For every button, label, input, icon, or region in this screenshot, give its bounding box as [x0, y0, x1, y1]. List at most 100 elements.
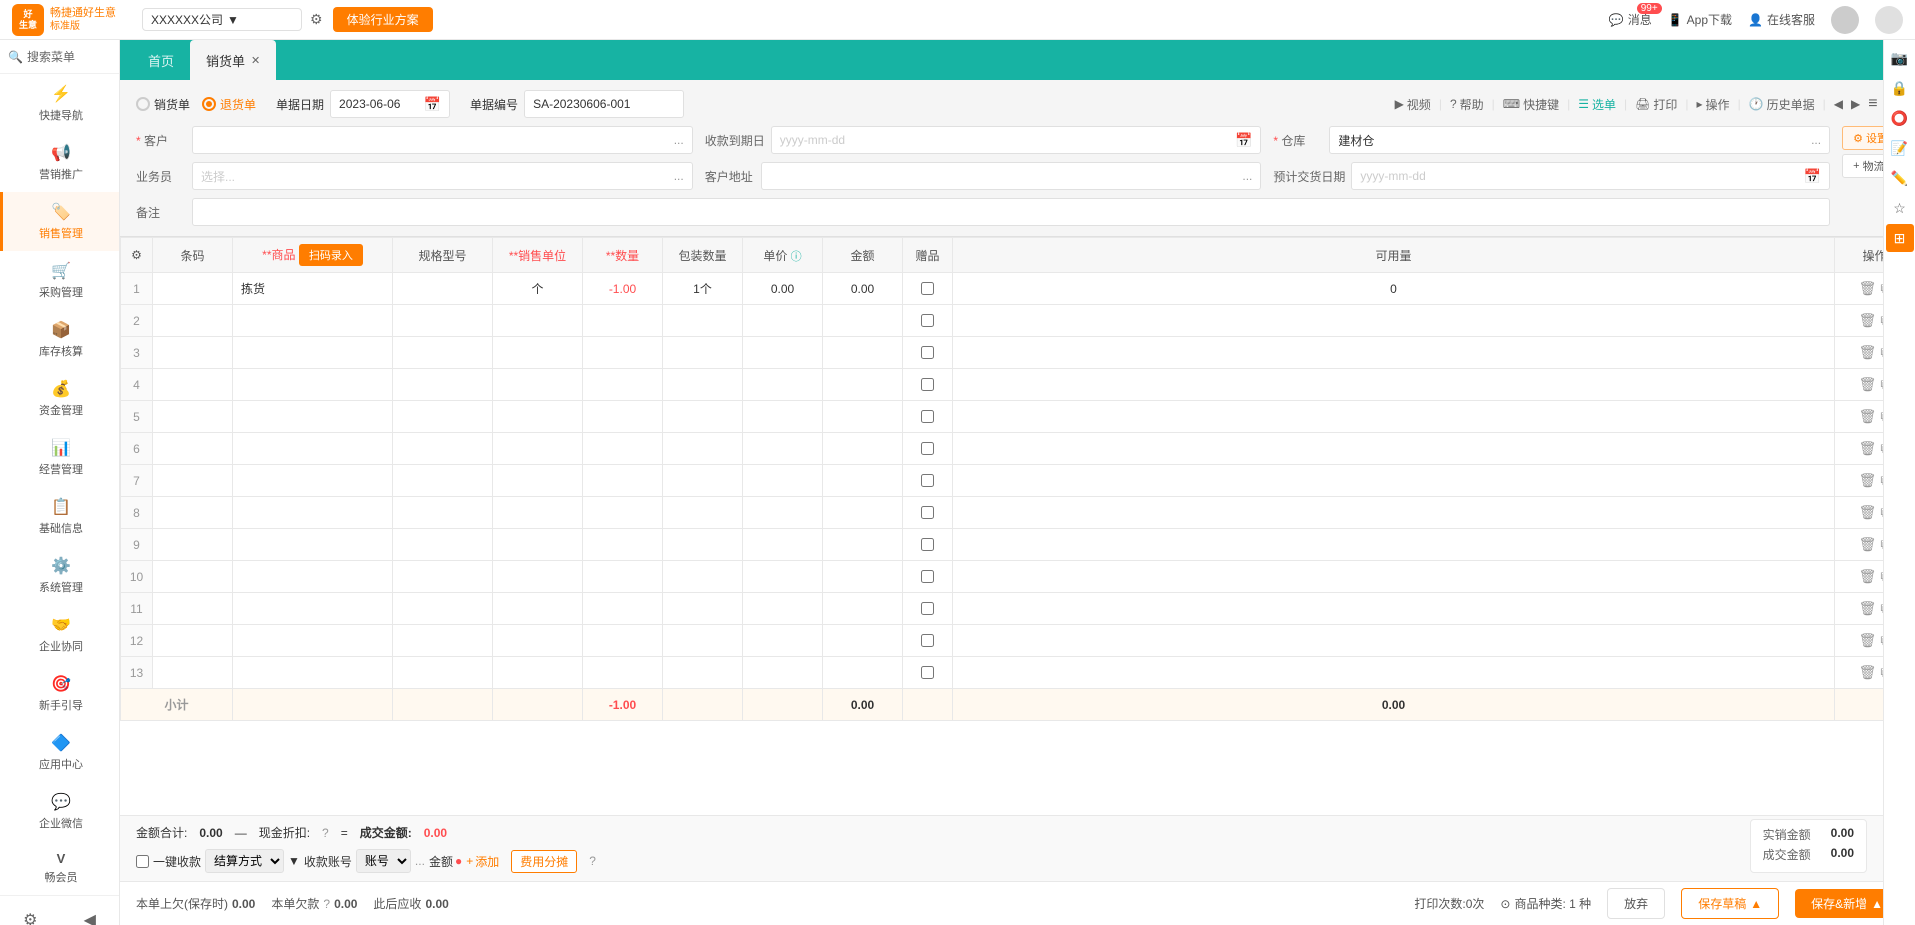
- row-amount-5[interactable]: [823, 433, 903, 465]
- row-unit-5[interactable]: [493, 433, 583, 465]
- salesperson-input[interactable]: 选择... ...: [192, 162, 693, 190]
- row-amount-9[interactable]: [823, 561, 903, 593]
- row-gift-1[interactable]: [903, 305, 953, 337]
- row-barcode-11[interactable]: [153, 625, 233, 657]
- row-spec-1[interactable]: [393, 305, 493, 337]
- expense-split-btn[interactable]: 费用分摊: [511, 850, 577, 873]
- row-barcode-3[interactable]: [153, 369, 233, 401]
- sidebar-item-enterprise[interactable]: 🤝 企业协同: [0, 605, 119, 664]
- row-pkg-qty-2[interactable]: [663, 337, 743, 369]
- row-pkg-qty-4[interactable]: [663, 401, 743, 433]
- delete-icon-10[interactable]: 🗑: [1859, 600, 1877, 617]
- abandon-btn[interactable]: 放弃: [1607, 888, 1665, 919]
- row-amount-12[interactable]: [823, 657, 903, 689]
- row-qty-9[interactable]: [583, 561, 663, 593]
- row-barcode-8[interactable]: [153, 529, 233, 561]
- delivery-date-input[interactable]: yyyy-mm-dd 📅: [1351, 162, 1830, 190]
- right-panel-camera[interactable]: 📷: [1886, 44, 1914, 72]
- row-barcode-4[interactable]: [153, 401, 233, 433]
- toolbar-nav-prev[interactable]: ◀: [1834, 97, 1843, 111]
- sidebar-item-finance[interactable]: 💰 资金管理: [0, 369, 119, 428]
- row-product-5[interactable]: [233, 433, 393, 465]
- message-btn[interactable]: 💬 消息 99+: [1609, 11, 1652, 28]
- row-unit-4[interactable]: [493, 401, 583, 433]
- row-amount-11[interactable]: [823, 625, 903, 657]
- toolbar-print[interactable]: 🖨 打印: [1635, 96, 1677, 113]
- row-pkg-qty-3[interactable]: [663, 369, 743, 401]
- save-draft-btn[interactable]: 保存草稿 ▲: [1681, 888, 1779, 919]
- row-pkg-qty-11[interactable]: [663, 625, 743, 657]
- row-barcode-2[interactable]: [153, 337, 233, 369]
- row-spec-4[interactable]: [393, 401, 493, 433]
- order-no-input[interactable]: SA-20230606-001: [524, 90, 684, 118]
- avatar[interactable]: [1831, 6, 1859, 34]
- row-unit-price-2[interactable]: [743, 337, 823, 369]
- sidebar-search[interactable]: 🔍 搜索菜单: [0, 40, 119, 74]
- gift-checkbox-7[interactable]: [921, 506, 934, 519]
- row-pkg-qty-10[interactable]: [663, 593, 743, 625]
- row-qty-0[interactable]: -1.00: [583, 273, 663, 305]
- toolbar-nav-next[interactable]: ▶: [1851, 97, 1860, 111]
- row-gift-3[interactable]: [903, 369, 953, 401]
- tab-close-icon[interactable]: ✕: [251, 54, 260, 67]
- row-unit-9[interactable]: [493, 561, 583, 593]
- scan-btn[interactable]: 扫码录入: [299, 244, 363, 266]
- row-spec-12[interactable]: [393, 657, 493, 689]
- toolbar-history[interactable]: 🕐 历史单据: [1749, 96, 1815, 113]
- row-unit-10[interactable]: [493, 593, 583, 625]
- delete-icon-3[interactable]: 🗑: [1859, 376, 1877, 393]
- row-qty-12[interactable]: [583, 657, 663, 689]
- gift-checkbox-0[interactable]: [921, 282, 934, 295]
- row-barcode-1[interactable]: [153, 305, 233, 337]
- row-amount-4[interactable]: [823, 401, 903, 433]
- gift-checkbox-11[interactable]: [921, 634, 934, 647]
- row-pkg-qty-0[interactable]: 1个: [663, 273, 743, 305]
- row-qty-8[interactable]: [583, 529, 663, 561]
- row-spec-7[interactable]: [393, 497, 493, 529]
- row-barcode-5[interactable]: [153, 433, 233, 465]
- sidebar-item-marketing[interactable]: 📢 营销推广: [0, 133, 119, 192]
- right-panel-note[interactable]: 📝: [1886, 134, 1914, 162]
- row-gift-10[interactable]: [903, 593, 953, 625]
- row-gift-2[interactable]: [903, 337, 953, 369]
- row-amount-0[interactable]: 0.00: [823, 273, 903, 305]
- row-pkg-qty-1[interactable]: [663, 305, 743, 337]
- row-unit-price-11[interactable]: [743, 625, 823, 657]
- col-settings-header[interactable]: ⚙: [121, 238, 153, 273]
- right-panel-edit[interactable]: ✏️: [1886, 164, 1914, 192]
- sidebar-item-guide[interactable]: 🎯 新手引导: [0, 664, 119, 723]
- row-product-9[interactable]: [233, 561, 393, 593]
- gift-checkbox-6[interactable]: [921, 474, 934, 487]
- row-gift-12[interactable]: [903, 657, 953, 689]
- delete-icon-1[interactable]: 🗑: [1859, 312, 1877, 329]
- row-spec-3[interactable]: [393, 369, 493, 401]
- sidebar-item-purchase[interactable]: 🛒 采购管理: [0, 251, 119, 310]
- row-product-2[interactable]: [233, 337, 393, 369]
- row-product-0[interactable]: 拣货: [233, 273, 393, 305]
- delete-icon-6[interactable]: 🗑: [1859, 472, 1877, 489]
- right-panel-orange[interactable]: ⊞: [1886, 224, 1914, 252]
- row-barcode-10[interactable]: [153, 593, 233, 625]
- row-unit-8[interactable]: [493, 529, 583, 561]
- row-pkg-qty-7[interactable]: [663, 497, 743, 529]
- customer-input[interactable]: ...: [192, 126, 693, 154]
- row-qty-6[interactable]: [583, 465, 663, 497]
- row-unit-0[interactable]: 个: [493, 273, 583, 305]
- row-amount-10[interactable]: [823, 593, 903, 625]
- row-unit-price-6[interactable]: [743, 465, 823, 497]
- row-qty-3[interactable]: [583, 369, 663, 401]
- sidebar-item-inventory[interactable]: 📦 库存核算: [0, 310, 119, 369]
- row-spec-6[interactable]: [393, 465, 493, 497]
- row-unit-12[interactable]: [493, 657, 583, 689]
- delete-icon-8[interactable]: 🗑: [1859, 536, 1877, 553]
- row-spec-2[interactable]: [393, 337, 493, 369]
- company-selector[interactable]: XXXXXX公司 ▼: [142, 8, 302, 31]
- row-unit-price-9[interactable]: [743, 561, 823, 593]
- gift-checkbox-4[interactable]: [921, 410, 934, 423]
- row-gift-8[interactable]: [903, 529, 953, 561]
- row-product-4[interactable]: [233, 401, 393, 433]
- row-product-7[interactable]: [233, 497, 393, 529]
- date-input[interactable]: 2023-06-06 📅: [330, 90, 450, 118]
- row-product-10[interactable]: [233, 593, 393, 625]
- delete-icon-11[interactable]: 🗑: [1859, 632, 1877, 649]
